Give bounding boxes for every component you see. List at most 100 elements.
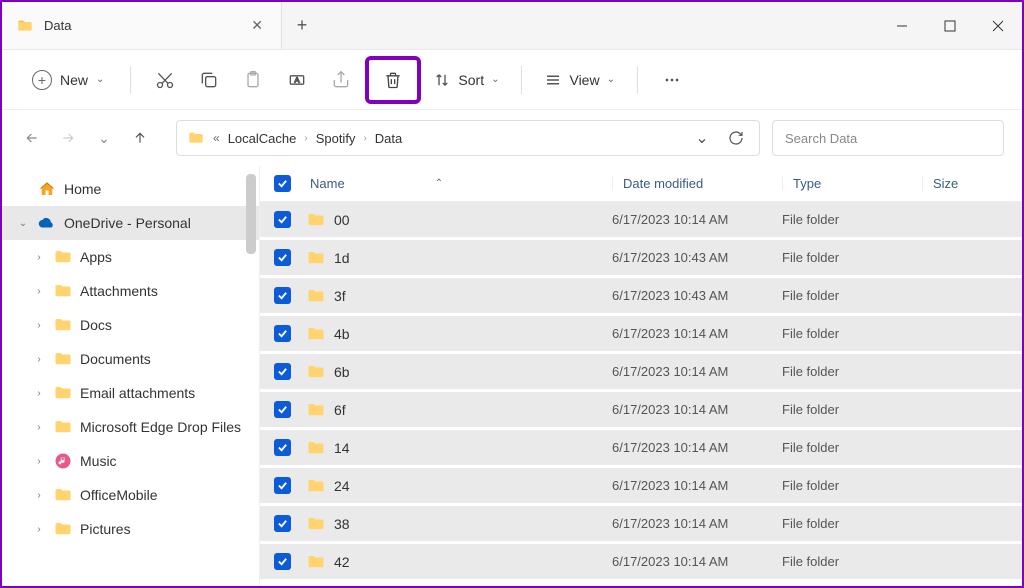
file-row[interactable]: 38 6/17/2023 10:14 AM File folder: [260, 506, 1022, 544]
svg-text:A: A: [295, 75, 300, 84]
row-checkbox[interactable]: [260, 515, 304, 532]
sidebar-item-docs[interactable]: ›Docs: [2, 308, 259, 342]
column-date[interactable]: Date modified: [612, 176, 782, 191]
chevron-icon: ›: [32, 320, 46, 331]
scrollbar[interactable]: [246, 174, 256, 254]
refresh-button[interactable]: [723, 130, 749, 146]
chevron-right-icon: ›: [304, 133, 307, 144]
search-placeholder: Search Data: [785, 131, 857, 146]
row-checkbox[interactable]: [260, 249, 304, 266]
share-button[interactable]: [321, 60, 361, 100]
address-bar[interactable]: « LocalCache › Spotify › Data ⌄: [176, 120, 760, 156]
cut-button[interactable]: [145, 60, 185, 100]
chevron-icon: ›: [32, 286, 46, 297]
sidebar-item-documents[interactable]: ›Documents: [2, 342, 259, 376]
sidebar-item-music[interactable]: ›Music: [2, 444, 259, 478]
file-row[interactable]: 6b 6/17/2023 10:14 AM File folder: [260, 354, 1022, 392]
row-checkbox[interactable]: [260, 553, 304, 570]
folder-icon: [54, 418, 72, 436]
folder-icon: [307, 363, 325, 381]
column-size[interactable]: Size: [922, 176, 1022, 191]
file-row[interactable]: 00 6/17/2023 10:14 AM File folder: [260, 202, 1022, 240]
file-name: 1d: [334, 250, 350, 266]
chevron-down-icon: ⌄: [607, 74, 615, 85]
sidebar-item-home[interactable]: Home: [2, 172, 259, 206]
file-row[interactable]: 24 6/17/2023 10:14 AM File folder: [260, 468, 1022, 506]
file-date: 6/17/2023 10:14 AM: [612, 402, 782, 417]
folder-icon: [307, 325, 325, 343]
folder-icon: [54, 282, 72, 300]
folder-icon: [307, 439, 325, 457]
row-checkbox[interactable]: [260, 401, 304, 418]
sidebar-item-pictures[interactable]: ›Pictures: [2, 512, 259, 546]
breadcrumb-segment[interactable]: Spotify: [316, 131, 356, 146]
sidebar-item-onedrive---personal[interactable]: ⌄OneDrive - Personal: [2, 206, 259, 240]
column-type[interactable]: Type: [782, 176, 922, 191]
tab-close-button[interactable]: ✕: [247, 13, 267, 38]
row-checkbox[interactable]: [260, 363, 304, 380]
file-type: File folder: [782, 440, 922, 455]
minimize-button[interactable]: [878, 2, 926, 49]
file-row[interactable]: 42 6/17/2023 10:14 AM File folder: [260, 544, 1022, 582]
row-checkbox[interactable]: [260, 325, 304, 342]
up-button[interactable]: [128, 126, 152, 150]
main-content: Home⌄OneDrive - Personal›Apps›Attachment…: [2, 166, 1022, 586]
plus-icon: +: [32, 70, 52, 90]
list-icon: [544, 71, 562, 89]
row-checkbox[interactable]: [260, 211, 304, 228]
sidebar-item-email-attachments[interactable]: ›Email attachments: [2, 376, 259, 410]
music-icon: [54, 452, 72, 470]
row-checkbox[interactable]: [260, 477, 304, 494]
file-row[interactable]: 1d 6/17/2023 10:43 AM File folder: [260, 240, 1022, 278]
more-button[interactable]: [652, 60, 692, 100]
sort-label: Sort: [458, 72, 484, 88]
file-name: 42: [334, 554, 350, 570]
folder-icon: [307, 401, 325, 419]
breadcrumb-segment[interactable]: Data: [375, 131, 402, 146]
row-checkbox[interactable]: [260, 439, 304, 456]
chevron-right-icon: ›: [363, 133, 366, 144]
file-row[interactable]: 14 6/17/2023 10:14 AM File folder: [260, 430, 1022, 468]
select-all-checkbox[interactable]: [260, 175, 304, 192]
file-date: 6/17/2023 10:43 AM: [612, 250, 782, 265]
new-button[interactable]: + New ⌄: [20, 64, 116, 96]
folder-icon: [307, 515, 325, 533]
folder-icon: [307, 477, 325, 495]
new-tab-button[interactable]: +: [282, 2, 322, 49]
recent-dropdown[interactable]: ⌄: [92, 126, 116, 150]
file-row[interactable]: 3f 6/17/2023 10:43 AM File folder: [260, 278, 1022, 316]
sidebar-item-label: OfficeMobile: [80, 487, 158, 503]
delete-button[interactable]: [365, 56, 421, 104]
sort-button[interactable]: Sort ⌄: [425, 65, 507, 95]
breadcrumb-segment[interactable]: LocalCache: [228, 131, 297, 146]
paste-button[interactable]: [233, 60, 273, 100]
divider: [130, 66, 131, 94]
file-row[interactable]: 6f 6/17/2023 10:14 AM File folder: [260, 392, 1022, 430]
sort-indicator-icon: ⌃: [435, 178, 443, 189]
view-button[interactable]: View ⌄: [536, 65, 622, 95]
address-dropdown[interactable]: ⌄: [689, 128, 715, 148]
active-tab[interactable]: Data ✕: [2, 2, 282, 49]
back-button[interactable]: [20, 126, 44, 150]
close-button[interactable]: [974, 2, 1022, 49]
folder-icon: [307, 249, 325, 267]
search-input[interactable]: Search Data: [772, 120, 1004, 156]
rename-button[interactable]: A: [277, 60, 317, 100]
row-checkbox[interactable]: [260, 287, 304, 304]
maximize-button[interactable]: [926, 2, 974, 49]
file-type: File folder: [782, 364, 922, 379]
sidebar-item-apps[interactable]: ›Apps: [2, 240, 259, 274]
sidebar-item-attachments[interactable]: ›Attachments: [2, 274, 259, 308]
sidebar-item-microsoft-edge-drop-files[interactable]: ›Microsoft Edge Drop Files: [2, 410, 259, 444]
column-name[interactable]: Name⌃: [304, 176, 612, 191]
file-row[interactable]: 4b 6/17/2023 10:14 AM File folder: [260, 316, 1022, 354]
new-label: New: [60, 72, 88, 88]
sidebar: Home⌄OneDrive - Personal›Apps›Attachment…: [2, 166, 260, 586]
copy-button[interactable]: [189, 60, 229, 100]
forward-button[interactable]: [56, 126, 80, 150]
sidebar-item-officemobile[interactable]: ›OfficeMobile: [2, 478, 259, 512]
file-type: File folder: [782, 212, 922, 227]
breadcrumb-overflow[interactable]: «: [213, 131, 220, 145]
folder-icon: [307, 211, 325, 229]
file-name: 6b: [334, 364, 350, 380]
